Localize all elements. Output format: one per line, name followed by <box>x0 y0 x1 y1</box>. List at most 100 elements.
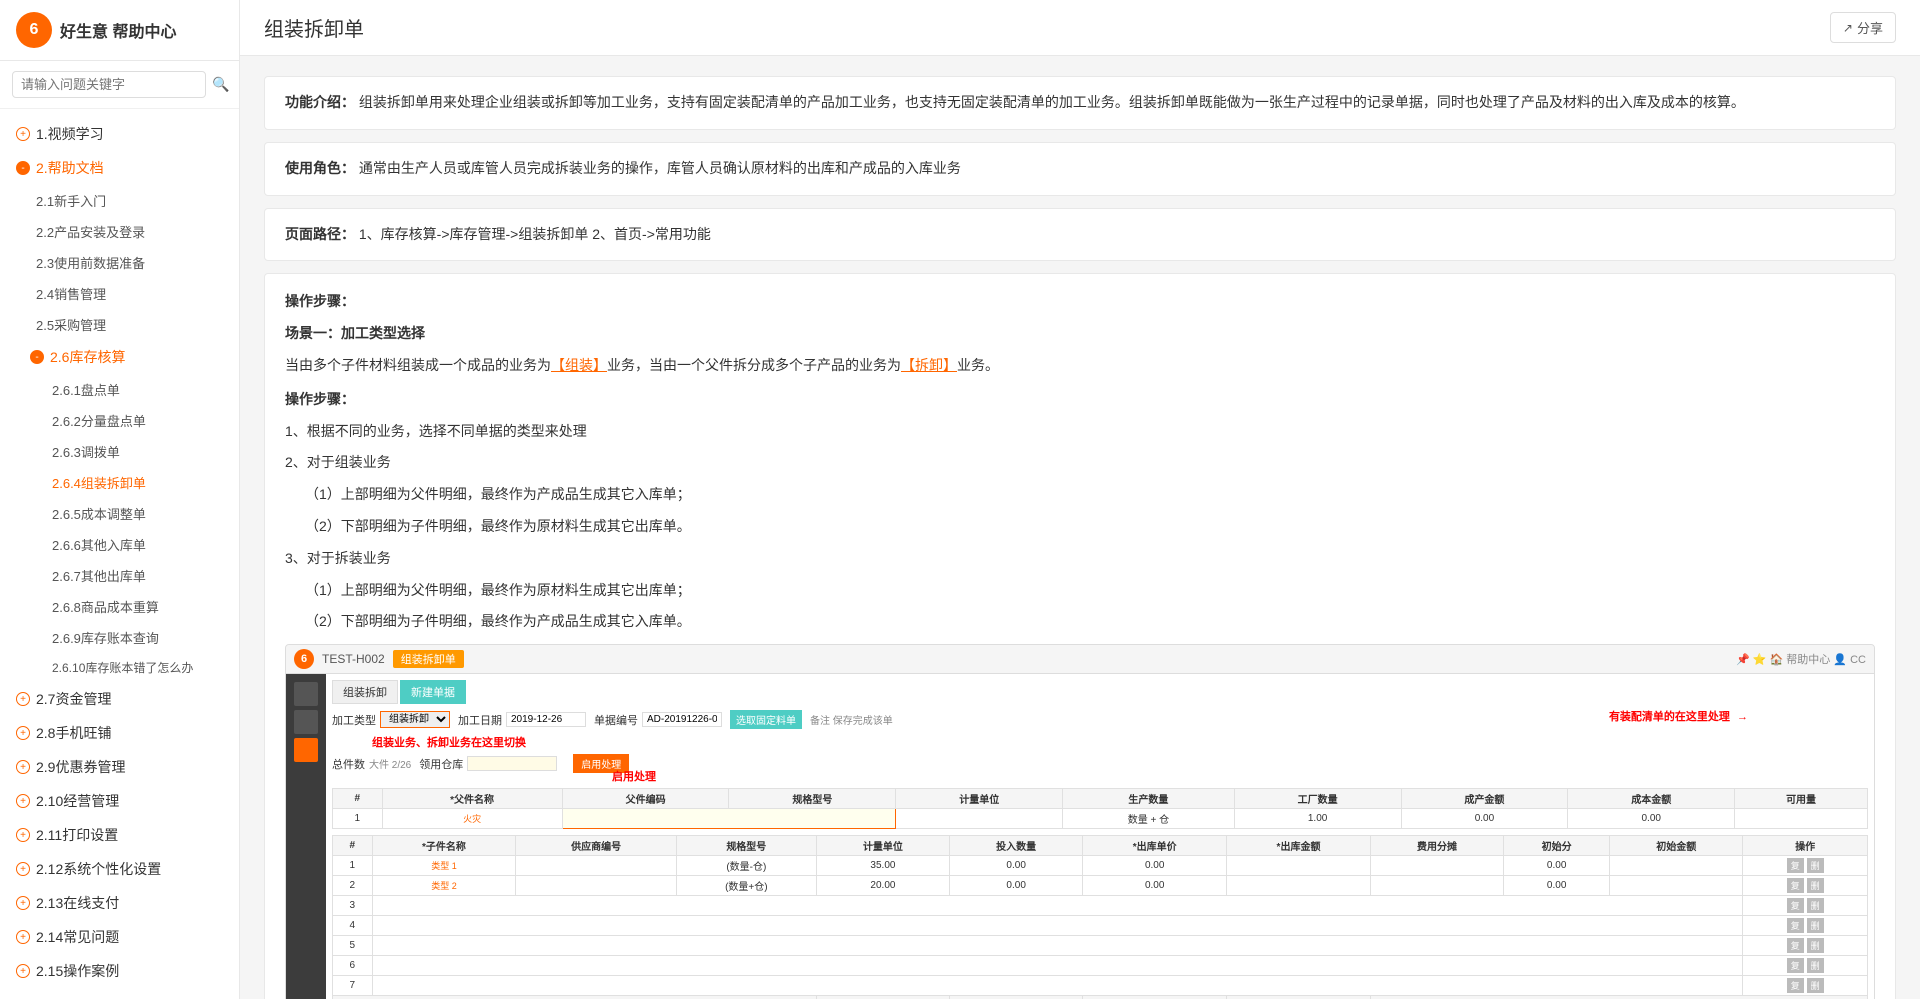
sidebar-item-mobile[interactable]: + 2.8手机旺铺 <box>0 716 239 750</box>
sidebar-item-inventory[interactable]: - 2.6库存核算 <box>0 340 239 374</box>
btn-del-2[interactable]: 删 <box>1807 878 1824 893</box>
app-sidebar-icon2 <box>294 710 318 734</box>
share-button[interactable]: ↗ 分享 <box>1830 12 1896 43</box>
td-parent-code <box>562 809 896 829</box>
sidebar-item-coupon[interactable]: + 2.9优惠券管理 <box>0 750 239 784</box>
btn-extra[interactable]: 备注 保存完成该单 <box>810 712 893 727</box>
field-store-input[interactable] <box>467 756 557 771</box>
btd-ops-7[interactable]: 复 删 <box>1743 976 1868 996</box>
role-label: 使用角色： <box>285 160 355 176</box>
sidebar-item-sys[interactable]: + 2.12系统个性化设置 <box>0 852 239 886</box>
btd-total-z2: 0.00 <box>1083 996 1227 999</box>
sidebar-item-faq[interactable]: + 2.14常见问题 <box>0 920 239 954</box>
btd-spec-2: (数量+仓) <box>676 876 816 896</box>
field-date-input[interactable] <box>506 712 586 727</box>
sidebar-item-cost2[interactable]: 2.6.8商品成本重算 <box>0 591 239 622</box>
btd-ops-1[interactable]: 复 删 <box>1743 856 1868 876</box>
expand-icon-finance: + <box>16 692 30 706</box>
btd-ops-3[interactable]: 复 删 <box>1743 896 1868 916</box>
btd-num-2: 2 <box>333 876 373 896</box>
btn-del-5[interactable]: 删 <box>1807 938 1824 953</box>
btn-del-4[interactable]: 删 <box>1807 918 1824 933</box>
sidebar-item-cost[interactable]: 2.6.5成本调整单 <box>0 498 239 529</box>
btd-ops-4[interactable]: 复 删 <box>1743 916 1868 936</box>
sidebar-item-mgmt[interactable]: + 2.10经营管理 <box>0 784 239 818</box>
app-top-bar: 6 TEST-H002 组装拆卸单 📌 ⭐ 🏠 帮助中心 👤 CC <box>286 645 1874 674</box>
btd-num-7: 7 <box>333 976 373 996</box>
sidebar-item-in[interactable]: 2.6.6其他入库单 <box>0 529 239 560</box>
btn-del-1[interactable]: 删 <box>1807 858 1824 873</box>
btn-copy-5[interactable]: 复 <box>1787 938 1804 953</box>
btn-copy-4[interactable]: 复 <box>1787 918 1804 933</box>
form-area: 有装配清单的在这里处理 → 加工类型 组装拆卸 <box>332 710 1868 999</box>
sidebar: 6 好生意 帮助中心 🔍 + 1.视频学习 - 2.帮助文档 2.1新手入门 2… <box>0 0 240 999</box>
app-tab-new[interactable]: 新建单据 <box>400 680 466 704</box>
btd-unit-1: 35.00 <box>816 856 949 876</box>
btable-total-row: 合计 89.00 0.00 0.00 0.00 0.00 <box>333 996 1868 999</box>
feature-intro-label: 功能介绍： <box>285 94 355 110</box>
step2: 2、对于组装业务 <box>285 451 1875 475</box>
btd-total-z3: 0.00 <box>1227 996 1371 999</box>
th-prod-qty: 生产数量 <box>1063 789 1235 809</box>
sidebar-item-sales[interactable]: 2.4销售管理 <box>0 278 239 309</box>
btd-ops-6[interactable]: 复 删 <box>1743 956 1868 976</box>
sidebar-item-finance[interactable]: + 2.7资金管理 <box>0 682 239 716</box>
th-parent-code: 父件编码 <box>562 789 729 809</box>
td-unit <box>896 809 1063 829</box>
field-no-label: 单据编号 <box>594 712 638 728</box>
app-btn-new[interactable]: 组装拆卸单 <box>393 650 464 668</box>
sidebar-item-purchase[interactable]: 2.5采购管理 <box>0 309 239 340</box>
btd-initamount-2 <box>1610 876 1743 896</box>
steps-section: 操作步骤： 场景一：加工类型选择 当由多个子件材料组装成一个成品的业务为【组装】… <box>264 273 1896 999</box>
sidebar-item-video[interactable]: + 1.视频学习 <box>0 117 239 151</box>
sidebar-item-stocktake[interactable]: 2.6.1盘点单 <box>0 374 239 405</box>
sidebar-item-split[interactable]: 2.6.2分量盘点单 <box>0 405 239 436</box>
field-no-input[interactable] <box>642 712 722 727</box>
sidebar-item-print[interactable]: + 2.11打印设置 <box>0 818 239 852</box>
th-available: 可用量 <box>1735 789 1868 809</box>
btd-ops-5[interactable]: 复 删 <box>1743 936 1868 956</box>
sidebar-item-data[interactable]: 2.3使用前数据准备 <box>0 247 239 278</box>
annotation-usable-row: 启用处理 <box>612 768 1868 784</box>
search-icon[interactable]: 🔍 <box>212 76 229 93</box>
sidebar-item-adjust[interactable]: 2.6.3调拨单 <box>0 436 239 467</box>
expand-icon-pay: + <box>16 896 30 910</box>
search-input[interactable] <box>12 71 206 98</box>
sidebar-item-pay[interactable]: + 2.13在线支付 <box>0 886 239 920</box>
share-icon: ↗ <box>1843 21 1853 35</box>
td-cost-amount: 0.00 <box>1568 809 1735 829</box>
btn-del-7[interactable]: 删 <box>1807 978 1824 993</box>
btn-del-3[interactable]: 删 <box>1807 898 1824 913</box>
step3-2: （2）下部明细为子件明细，最终作为产成品生成其它入库单。 <box>285 610 1875 634</box>
btn-del-6[interactable]: 删 <box>1807 958 1824 973</box>
app-screenshot: 6 TEST-H002 组装拆卸单 📌 ⭐ 🏠 帮助中心 👤 CC <box>286 645 1874 999</box>
sidebar-item-docs[interactable]: - 2.帮助文档 <box>0 151 239 185</box>
btd-ops-2[interactable]: 复 删 <box>1743 876 1868 896</box>
collapse-icon-inventory: - <box>30 350 44 364</box>
sidebar-item-out[interactable]: 2.6.7其他出库单 <box>0 560 239 591</box>
sidebar-item-assembly[interactable]: 2.6.4组装拆卸单 <box>0 467 239 498</box>
btn-select-template[interactable]: 选取固定料单 <box>730 710 802 729</box>
sidebar-item-new[interactable]: 2.1新手入门 <box>0 185 239 216</box>
td-num: 1 <box>333 809 383 829</box>
btn-copy-3[interactable]: 复 <box>1787 898 1804 913</box>
btd-outprice-1: 0.00 <box>1083 856 1227 876</box>
table-row: 1 火灾 数量 + 仓 1.00 0.00 0.00 <box>333 809 1868 829</box>
btn-copy-6[interactable]: 复 <box>1787 958 1804 973</box>
btd-num-3: 3 <box>333 896 373 916</box>
steps-title: 操作步骤： <box>285 290 1875 314</box>
field-type-select[interactable]: 组装拆卸 <box>380 711 450 728</box>
td-prod-qty: 数量 + 仓 <box>1063 809 1235 829</box>
btn-copy-7[interactable]: 复 <box>1787 978 1804 993</box>
sidebar-item-case[interactable]: + 2.15操作案例 <box>0 954 239 988</box>
app-content-area: 组装拆卸 新建单据 有装配清单的在这里处理 → <box>326 674 1874 999</box>
sidebar-item-error[interactable]: 2.6.10库存账本错了怎么办 <box>0 653 239 682</box>
btd-num-6: 6 <box>333 956 373 976</box>
sidebar-item-install[interactable]: 2.2产品安装及登录 <box>0 216 239 247</box>
sidebar-item-check[interactable]: 2.6.9库存账本查询 <box>0 622 239 653</box>
app-tab-assembly[interactable]: 组装拆卸 <box>332 680 398 704</box>
btable-row-2: 2 类型 2 (数量+仓) 20.00 0.00 0.00 <box>333 876 1868 896</box>
btn-copy-1[interactable]: 复 <box>1787 858 1804 873</box>
btn-copy-2[interactable]: 复 <box>1787 878 1804 893</box>
bth-cost-share: 费用分摊 <box>1370 836 1503 856</box>
